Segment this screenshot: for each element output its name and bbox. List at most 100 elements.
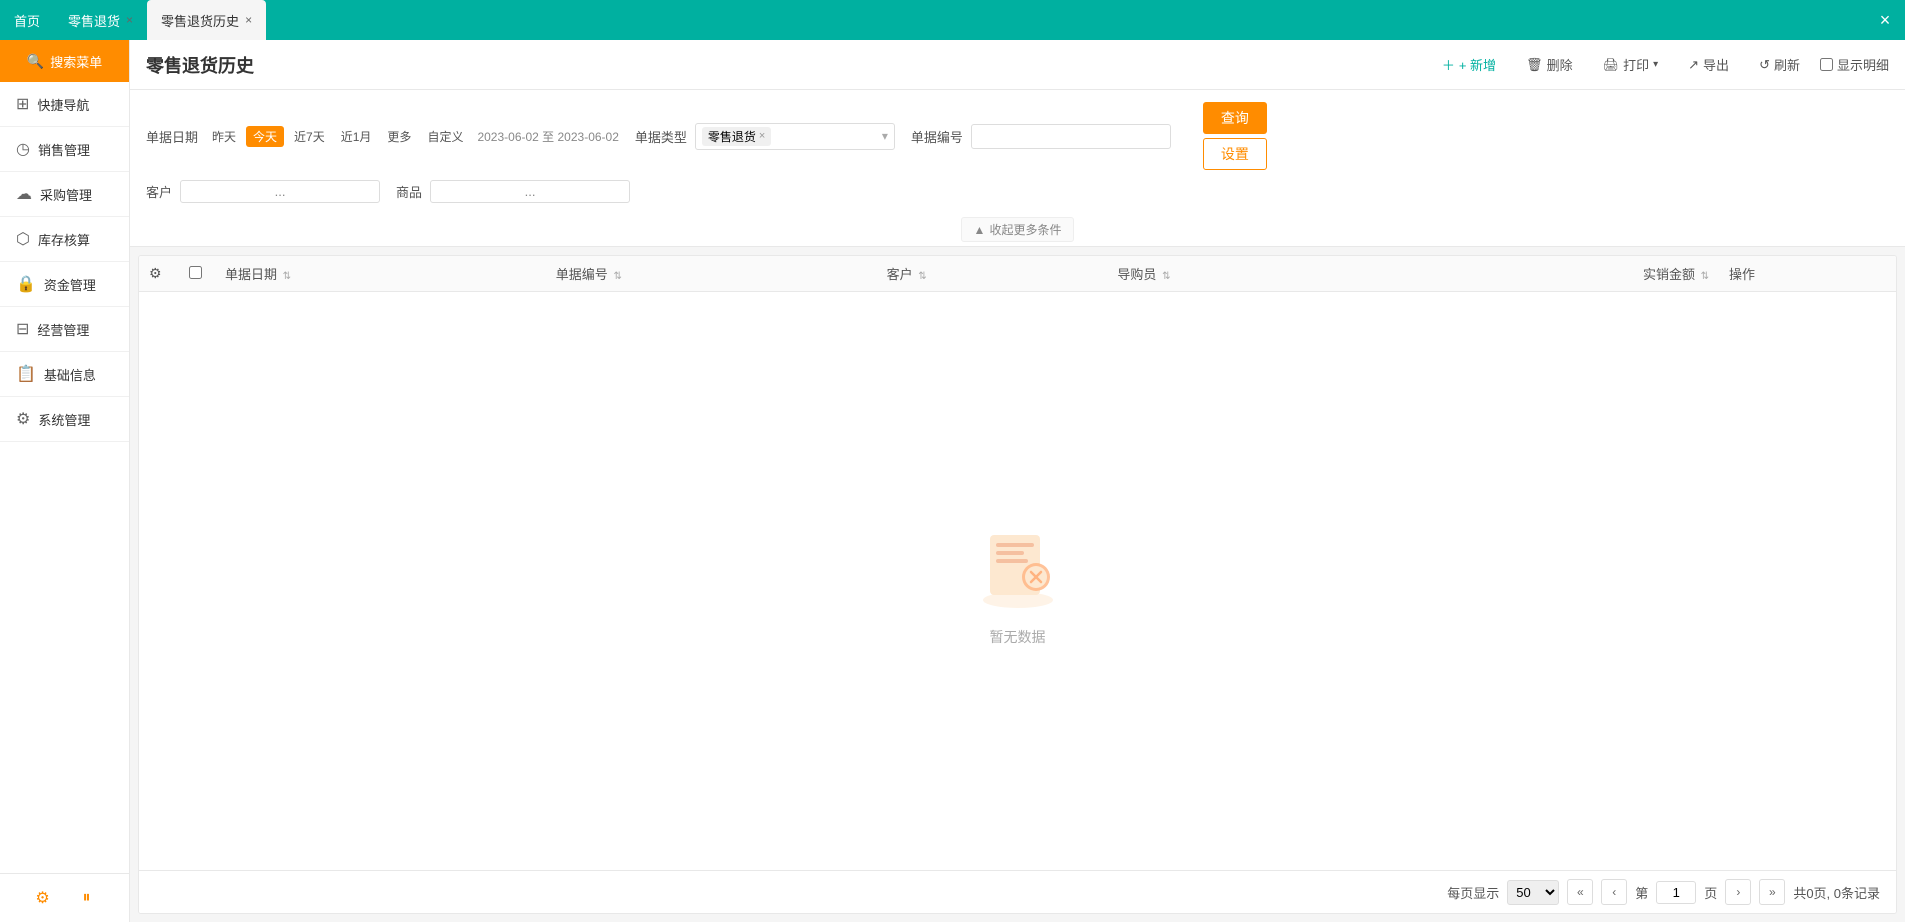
per-page-select[interactable]: 50 10 20 100 — [1507, 880, 1559, 905]
sidebar-pause-btn[interactable]: ⏸ — [69, 882, 105, 914]
finance-icon: 🔒 — [16, 274, 36, 294]
goods-label: 商品 — [396, 182, 422, 201]
date-filter-item: 单据日期 昨天 今天 近7天 近1月 更多 自定义 2023-06-02 至 2… — [146, 126, 619, 147]
tab-retail-return-history[interactable]: 零售退货历史 × — [147, 0, 266, 40]
sidebar-item-quick-nav-label: 快捷导航 — [37, 95, 89, 114]
sidebar-search-button[interactable]: 🔍 搜索菜单 — [0, 40, 129, 82]
purchase-mgmt-icon: ☁ — [16, 184, 32, 204]
doc-no-input[interactable] — [971, 124, 1171, 149]
tab-retail-return-label: 零售退货 — [68, 11, 120, 30]
page-input[interactable] — [1656, 881, 1696, 904]
col-customer-label: 客户 — [887, 267, 913, 282]
doc-no-label: 单据编号 — [911, 127, 963, 146]
col-guide: 导购员 ⇅ — [1107, 256, 1388, 292]
yesterday-btn[interactable]: 昨天 — [206, 126, 242, 147]
filter-row-2: 客户 ... 商品 ... — [146, 180, 1889, 203]
col-no-sort-icon[interactable]: ⇅ — [613, 271, 621, 282]
table-header-row: ⚙ 单据日期 ⇅ 单据编号 ⇅ — [139, 256, 1896, 292]
tab-home[interactable]: 首页 — [0, 0, 54, 40]
show-detail-checkbox-label[interactable]: 显示明细 — [1820, 55, 1889, 74]
sidebar-item-finance-label: 资金管理 — [44, 275, 96, 294]
doc-type-tag: 零售退货 × — [702, 127, 771, 146]
last7days-btn[interactable]: 近7天 — [288, 126, 331, 147]
table-select-all-checkbox[interactable] — [189, 266, 202, 279]
empty-state: 暂无数据 — [139, 292, 1896, 870]
operations-icon: ⊟ — [16, 319, 29, 339]
doc-type-select[interactable]: 零售退货 × ▾ — [695, 123, 895, 150]
window-close-button[interactable]: × — [1865, 0, 1905, 40]
total-info: 共0页, 0条记录 — [1793, 883, 1880, 902]
col-guide-sort-icon[interactable]: ⇅ — [1162, 271, 1170, 282]
sidebar-item-basic-info-label: 基础信息 — [44, 365, 96, 384]
quick-nav-icon: ⊞ — [16, 94, 29, 114]
show-detail-checkbox[interactable] — [1820, 58, 1833, 71]
sidebar-item-finance[interactable]: 🔒 资金管理 — [0, 262, 129, 307]
custom-btn[interactable]: 自定义 — [421, 126, 469, 147]
refresh-icon: ↺ — [1759, 57, 1770, 73]
table-area: ⚙ 单据日期 ⇅ 单据编号 ⇅ — [138, 255, 1897, 914]
goods-filter-item: 商品 ... — [396, 180, 630, 203]
col-customer: 客户 ⇅ — [877, 256, 1108, 292]
sidebar-settings-btn[interactable]: ⚙ — [25, 882, 61, 914]
sidebar-item-quick-nav[interactable]: ⊞ 快捷导航 — [0, 82, 129, 127]
page-title: 零售退货历史 — [146, 52, 254, 78]
sidebar-item-sales-label: 销售管理 — [38, 140, 90, 159]
query-settings-group: 查询 设置 — [1203, 102, 1267, 170]
new-button[interactable]: ＋ + 新增 — [1432, 50, 1506, 79]
sidebar-item-purchase-mgmt[interactable]: ☁ 采购管理 — [0, 172, 129, 217]
sidebar-item-system-mgmt[interactable]: ⚙ 系统管理 — [0, 397, 129, 442]
col-no: 单据编号 ⇅ — [546, 256, 877, 292]
sidebar-item-purchase-label: 采购管理 — [40, 185, 92, 204]
tab-retail-return-history-close[interactable]: × — [245, 13, 252, 27]
doc-type-filter-item: 单据类型 零售退货 × ▾ — [635, 123, 895, 150]
sidebar-item-sales-mgmt[interactable]: ◷ 销售管理 — [0, 127, 129, 172]
last1month-btn[interactable]: 近1月 — [335, 126, 378, 147]
doc-no-filter-item: 单据编号 — [911, 124, 1171, 149]
customer-label: 客户 — [146, 182, 172, 201]
table-column-settings-icon[interactable]: ⚙ — [149, 265, 162, 281]
customer-select-btn[interactable]: ... — [180, 180, 380, 203]
system-mgmt-icon: ⚙ — [16, 409, 30, 429]
print-arrow-icon: ▾ — [1653, 59, 1658, 70]
sidebar-item-inventory[interactable]: ⬡ 库存核算 — [0, 217, 129, 262]
content-area: 零售退货历史 ＋ + 新增 🗑 删除 🖨 打印 ▾ ↗ 导出 — [130, 40, 1905, 922]
export-button[interactable]: ↗ 导出 — [1678, 50, 1739, 79]
col-date-label: 单据日期 — [225, 267, 277, 282]
settings-button[interactable]: 设置 — [1203, 138, 1267, 170]
export-icon: ↗ — [1688, 57, 1699, 73]
empty-illustration — [968, 515, 1068, 615]
refresh-button[interactable]: ↺ 刷新 — [1749, 50, 1810, 79]
sidebar-item-operations[interactable]: ⊟ 经营管理 — [0, 307, 129, 352]
main-layout: 🔍 搜索菜单 ⊞ 快捷导航 ◷ 销售管理 ☁ 采购管理 ⬡ 库存核算 🔒 资金 — [0, 40, 1905, 922]
new-icon: ＋ — [1442, 55, 1455, 74]
goods-select-btn[interactable]: ... — [430, 180, 630, 203]
col-date-sort-icon[interactable]: ⇅ — [283, 271, 291, 282]
col-guide-label: 导购员 — [1117, 267, 1156, 282]
sidebar-item-basic-info[interactable]: 📋 基础信息 — [0, 352, 129, 397]
collapse-button[interactable]: ▲ 收起更多条件 — [961, 217, 1075, 242]
delete-button[interactable]: 🗑 删除 — [1516, 50, 1583, 79]
date-range-display: 2023-06-02 至 2023-06-02 — [477, 128, 618, 145]
print-button[interactable]: 🖨 打印 ▾ — [1593, 50, 1669, 79]
sidebar-bottom: ⚙ ⏸ — [0, 873, 129, 922]
prev-page-btn[interactable]: ‹ — [1601, 879, 1627, 905]
doc-type-arrow-icon: ▾ — [882, 129, 888, 143]
query-button[interactable]: 查询 — [1203, 102, 1267, 134]
show-detail-label: 显示明细 — [1837, 55, 1889, 74]
last-page-btn[interactable]: » — [1759, 879, 1785, 905]
more-btn[interactable]: 更多 — [381, 126, 417, 147]
basic-info-icon: 📋 — [16, 364, 36, 384]
next-page-btn[interactable]: › — [1725, 879, 1751, 905]
empty-text: 暂无数据 — [990, 627, 1046, 647]
doc-type-label: 单据类型 — [635, 127, 687, 146]
today-btn[interactable]: 今天 — [246, 126, 284, 147]
tab-retail-return[interactable]: 零售退货 × — [54, 0, 147, 40]
table-settings-col: ⚙ — [139, 256, 175, 292]
doc-type-tag-close[interactable]: × — [759, 130, 765, 142]
tab-retail-return-close[interactable]: × — [126, 13, 133, 27]
first-page-btn[interactable]: « — [1567, 879, 1593, 905]
date-filter-buttons: 昨天 今天 近7天 近1月 更多 自定义 — [206, 126, 469, 147]
col-amount-sort-icon[interactable]: ⇅ — [1701, 271, 1709, 282]
col-customer-sort-icon[interactable]: ⇅ — [918, 271, 926, 282]
pagination-area: 每页显示 50 10 20 100 « ‹ 第 页 › » 共0页, 0条记录 — [139, 870, 1896, 913]
